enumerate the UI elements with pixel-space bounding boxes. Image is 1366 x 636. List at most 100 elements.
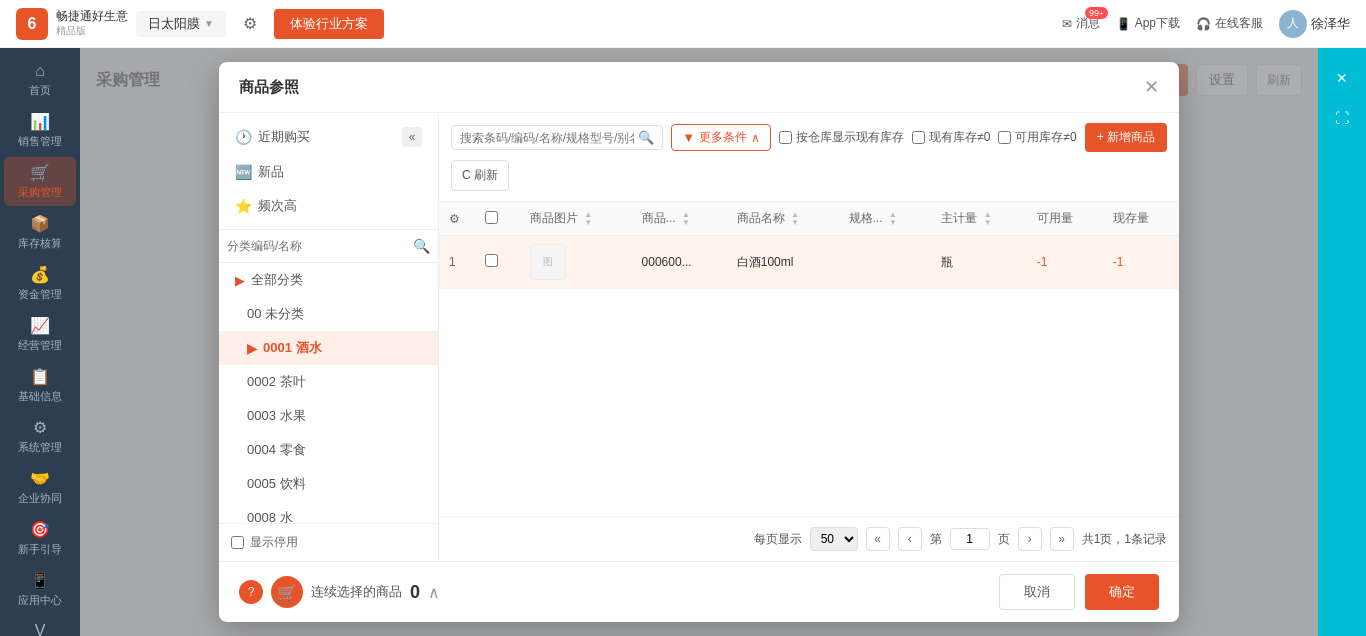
- quick-filter-frequent[interactable]: ⭐ 频次高: [227, 191, 430, 221]
- category-snack[interactable]: 0004 零食: [219, 433, 438, 467]
- sidebar-item-system[interactable]: ⚙ 系统管理: [4, 412, 76, 461]
- row-num: 1: [439, 236, 475, 289]
- category-water[interactable]: 0008 水: [219, 501, 438, 523]
- expand-all-icon: ▶: [235, 273, 245, 288]
- warehouse-checkbox[interactable]: [779, 131, 792, 144]
- right-sidebar-close[interactable]: ✕: [1324, 60, 1360, 96]
- cart-count: 0: [410, 582, 420, 603]
- category-uncategorized[interactable]: 00 未分类: [219, 297, 438, 331]
- show-disabled-area: 显示停用: [219, 523, 438, 561]
- app-download-nav[interactable]: 📱 App下载: [1116, 15, 1180, 32]
- row-checkbox[interactable]: [485, 254, 498, 267]
- usable-filter: 可用库存≠0: [998, 129, 1076, 146]
- product-search-input[interactable]: [460, 131, 634, 145]
- product-search-box: 🔍: [451, 125, 663, 150]
- available-checkbox[interactable]: [912, 131, 925, 144]
- headset-icon: 🎧: [1196, 17, 1211, 31]
- category-search-icon[interactable]: 🔍: [413, 238, 430, 254]
- new-icon: 🆕: [235, 164, 252, 180]
- user-menu[interactable]: 人 徐泽华: [1279, 10, 1350, 38]
- quick-filter-new[interactable]: 🆕 新品: [227, 157, 430, 187]
- table-row[interactable]: 1 图 000600... 白酒100ml: [439, 236, 1179, 289]
- expand-liquor-icon: ▶: [247, 341, 257, 356]
- page-last-button[interactable]: »: [1050, 527, 1074, 551]
- category-tea[interactable]: 0002 茶叶: [219, 365, 438, 399]
- th-stock: 现存量: [1103, 202, 1179, 236]
- refresh-product-button[interactable]: C 刷新: [451, 160, 509, 191]
- logo-sub: 精品版: [56, 24, 128, 38]
- cart-collapse-button[interactable]: ∧: [428, 583, 440, 602]
- sidebar-item-finance[interactable]: 💰 资金管理: [4, 259, 76, 308]
- total-records-label: 共1页，1条记录: [1082, 531, 1167, 548]
- username-label: 徐泽华: [1311, 15, 1350, 33]
- select-all-checkbox[interactable]: [485, 211, 498, 224]
- confirm-button[interactable]: 确定: [1085, 574, 1159, 610]
- page-size-select[interactable]: 50: [810, 527, 858, 551]
- modal-body: 🕐 近期购买 « 🆕 新品 ⭐ 频次高: [219, 113, 1179, 561]
- sidebar-item-member[interactable]: V 畅会员: [4, 616, 76, 636]
- page-next-button[interactable]: ›: [1018, 527, 1042, 551]
- add-product-button[interactable]: + 新增商品: [1085, 123, 1167, 152]
- sidebar-item-appcenter[interactable]: 📱 应用中心: [4, 565, 76, 614]
- product-search-icon[interactable]: 🔍: [638, 130, 654, 145]
- collapse-icon[interactable]: «: [402, 127, 422, 147]
- cart-area: ? 🛒 连续选择的商品 0 ∧: [239, 576, 999, 608]
- sidebar-item-operations[interactable]: 📈 经营管理: [4, 310, 76, 359]
- product-table: ⚙ 商品图片 ▲▼ 商品... ▲▼: [439, 202, 1179, 289]
- row-checkbox-cell: [475, 236, 520, 289]
- right-sidebar-expand[interactable]: ⛶: [1324, 100, 1360, 136]
- sidebar-item-inventory[interactable]: 📦 库存核算: [4, 208, 76, 257]
- main-layout: ⌂ 首页 📊 销售管理 🛒 采购管理 📦 库存核算 💰 资金管理 📈 经营管理 …: [0, 48, 1366, 636]
- category-search-input[interactable]: [227, 239, 409, 253]
- category-liquor[interactable]: ▶ 0001 酒水: [219, 331, 438, 365]
- product-reference-modal: 商品参照 ✕ 🕐 近期购买 « �: [219, 62, 1179, 622]
- th-name: 商品名称 ▲▼: [727, 202, 839, 236]
- available-filter: 现有库存≠0: [912, 129, 990, 146]
- logo-area: 6 畅捷通好生意 精品版: [16, 8, 136, 40]
- more-filters-button[interactable]: ▼ 更多条件 ∧: [671, 124, 771, 151]
- modal-close-button[interactable]: ✕: [1144, 76, 1159, 98]
- modal-footer: ? 🛒 连续选择的商品 0 ∧ 取消 确定: [219, 561, 1179, 622]
- usable-checkbox[interactable]: [998, 131, 1011, 144]
- product-table-wrap: ⚙ 商品图片 ▲▼ 商品... ▲▼: [439, 202, 1179, 516]
- sales-icon: 📊: [30, 112, 50, 131]
- basics-icon: 📋: [30, 367, 50, 386]
- th-unit: 主计量 ▲▼: [931, 202, 1026, 236]
- finance-icon: 💰: [30, 265, 50, 284]
- store-selector[interactable]: 日太阳膜 ▼: [136, 11, 226, 37]
- online-service-nav[interactable]: 🎧 在线客服: [1196, 15, 1263, 32]
- category-fruit[interactable]: 0003 水果: [219, 399, 438, 433]
- quick-filter-recent[interactable]: 🕐 近期购买 «: [227, 121, 430, 153]
- sidebar-item-enterprise[interactable]: 🤝 企业协同: [4, 463, 76, 512]
- modal-overlay: 商品参照 ✕ 🕐 近期购买 « �: [80, 48, 1318, 636]
- sidebar-item-guide[interactable]: 🎯 新手引导: [4, 514, 76, 563]
- row-unit: 瓶: [931, 236, 1026, 289]
- category-list: ▶ 全部分类 00 未分类 ▶ 0001 酒水 0002 茶: [219, 263, 438, 523]
- inventory-icon: 📦: [30, 214, 50, 233]
- category-beverage[interactable]: 0005 饮料: [219, 467, 438, 501]
- member-icon: V: [35, 622, 46, 636]
- page-first-button[interactable]: «: [866, 527, 890, 551]
- sidebar-item-purchase[interactable]: 🛒 采购管理: [4, 157, 76, 206]
- settings-icon[interactable]: ⚙: [234, 8, 266, 40]
- cart-icon-wrap[interactable]: 🛒: [271, 576, 303, 608]
- nav-right: ✉ 消息 99+ 📱 App下载 🎧 在线客服 人 徐泽华: [1062, 10, 1350, 38]
- home-icon: ⌂: [35, 62, 45, 80]
- row-name: 白酒100ml: [727, 236, 839, 289]
- cancel-button[interactable]: 取消: [999, 574, 1075, 610]
- page-number-input[interactable]: [950, 528, 990, 550]
- th-code: 商品... ▲▼: [632, 202, 727, 236]
- show-disabled-checkbox[interactable]: [231, 536, 244, 549]
- product-toolbar: 🔍 ▼ 更多条件 ∧ 按仓库显示现有库存: [439, 113, 1179, 202]
- th-gear[interactable]: ⚙: [439, 202, 475, 236]
- help-button[interactable]: ?: [239, 580, 263, 604]
- sidebar-item-home[interactable]: ⌂ 首页: [4, 56, 76, 104]
- row-stock: -1: [1103, 236, 1179, 289]
- sidebar-item-sales[interactable]: 📊 销售管理: [4, 106, 76, 155]
- messages-nav[interactable]: ✉ 消息 99+: [1062, 15, 1100, 32]
- page-prev-button[interactable]: ‹: [898, 527, 922, 551]
- modal-left-panel: 🕐 近期购买 « 🆕 新品 ⭐ 频次高: [219, 113, 439, 561]
- category-all[interactable]: ▶ 全部分类: [219, 263, 438, 297]
- sidebar-item-basics[interactable]: 📋 基础信息: [4, 361, 76, 410]
- trial-button[interactable]: 体验行业方案: [274, 9, 384, 39]
